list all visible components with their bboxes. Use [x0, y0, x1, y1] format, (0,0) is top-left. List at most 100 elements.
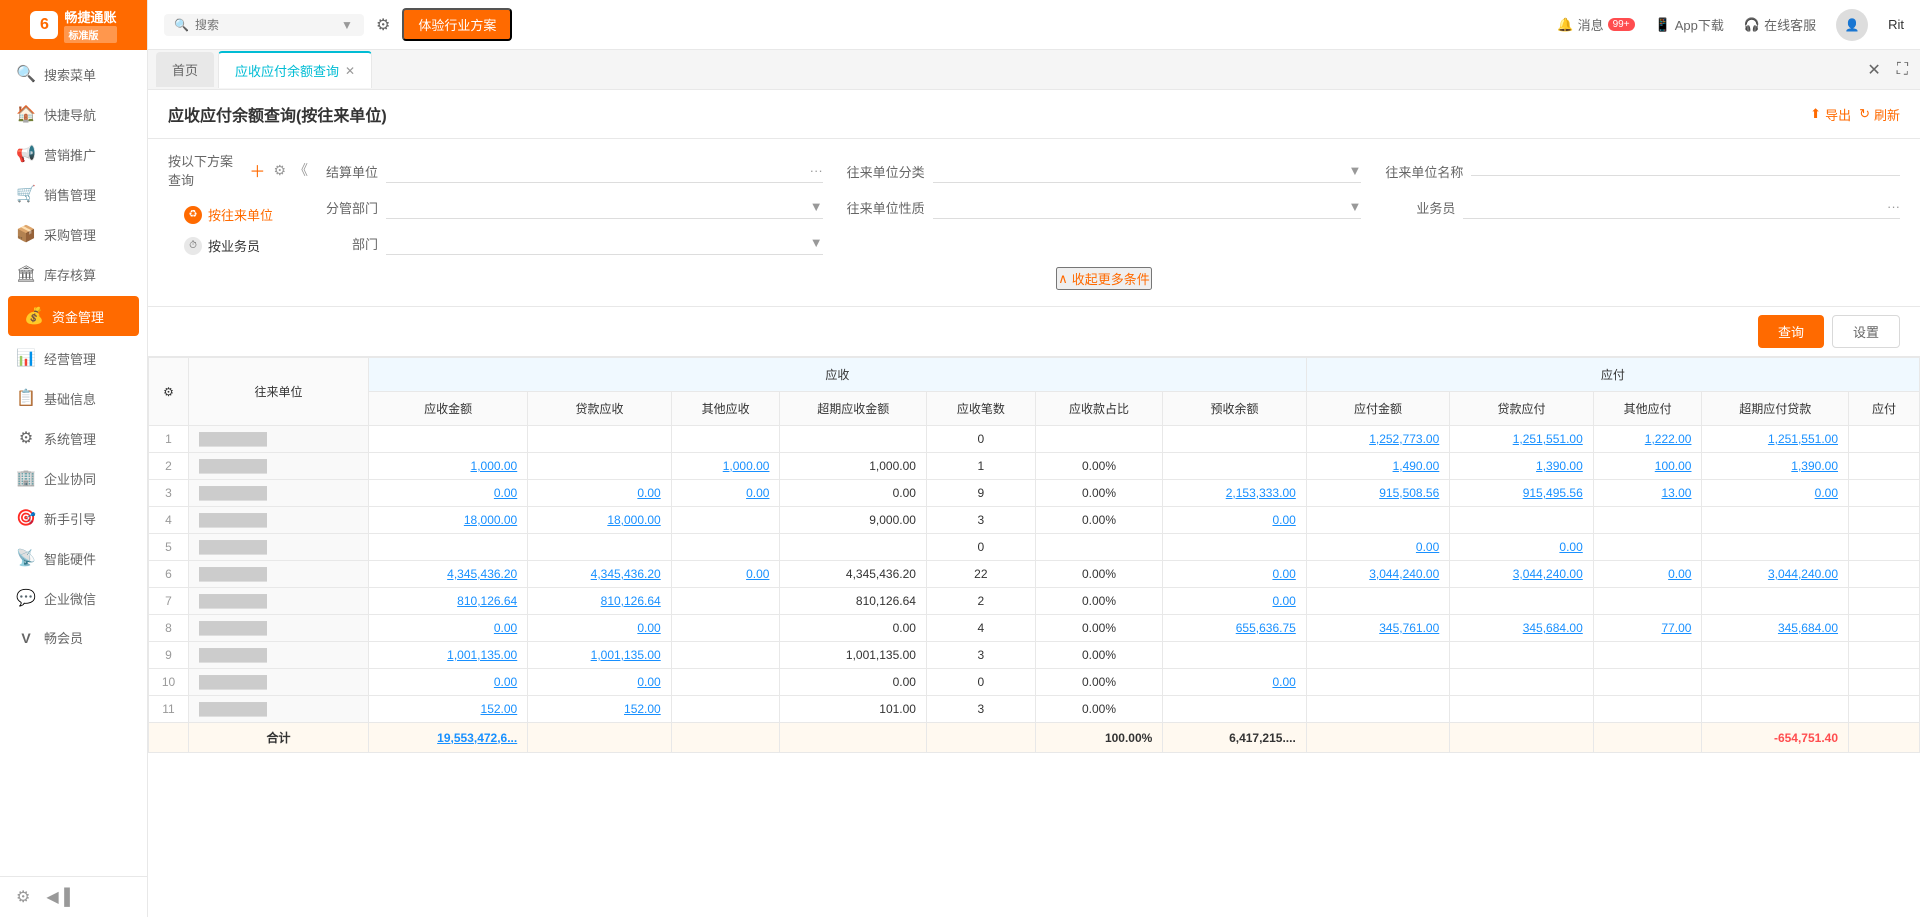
table-cell[interactable]: 100.00	[1593, 453, 1702, 480]
table-cell[interactable]: 0.00	[1702, 480, 1849, 507]
table-cell[interactable]: 0.00	[1450, 534, 1593, 561]
search-input[interactable]	[195, 18, 335, 32]
settlement-control[interactable]: ···	[386, 159, 823, 183]
scheme-by-unit[interactable]: ♻ 按往来单位	[176, 201, 308, 228]
sidebar-item-member[interactable]: V 畅会员	[0, 618, 147, 657]
table-settings-icon[interactable]: ⚙	[163, 385, 174, 399]
sidebar-item-guide[interactable]: 🎯 新手引导	[0, 498, 147, 538]
app-download-button[interactable]: 📱 App下载	[1655, 15, 1724, 34]
close-tab-icon[interactable]: ✕	[345, 64, 355, 78]
settings-button[interactable]: ⚙	[16, 887, 30, 907]
scheme-settings-icon[interactable]: ⚙	[273, 162, 286, 179]
search-bar[interactable]: 🔍 ▼	[164, 14, 364, 36]
table-cell[interactable]: 77.00	[1593, 615, 1702, 642]
settings-button2[interactable]: 设置	[1832, 315, 1900, 348]
collapse-sidebar-button[interactable]: ◀▐	[46, 887, 70, 907]
export-button[interactable]: ⬆ 导出	[1810, 105, 1851, 124]
table-cell[interactable]: 18,000.00	[528, 507, 671, 534]
sidebar-item-hardware[interactable]: 📡 智能硬件	[0, 538, 147, 578]
table-cell[interactable]: 655,636.75	[1163, 615, 1306, 642]
table-cell[interactable]: 0.00	[369, 669, 528, 696]
close-window-icon[interactable]: ✕	[1863, 56, 1884, 84]
table-cell[interactable]: 152.00	[369, 696, 528, 723]
notification-label: 消息	[1578, 15, 1604, 34]
unit-nature-control[interactable]: ▼	[933, 195, 1362, 219]
promo-button[interactable]: 体验行业方案	[402, 8, 512, 41]
table-cell[interactable]: 915,508.56	[1306, 480, 1449, 507]
table-cell[interactable]: 0.00	[369, 480, 528, 507]
tab-home[interactable]: 首页	[156, 52, 214, 87]
table-cell[interactable]: 4,345,436.20	[369, 561, 528, 588]
table-cell[interactable]: 0.00	[671, 480, 780, 507]
username[interactable]: Rit	[1888, 17, 1904, 32]
sidebar-item-system[interactable]: ⚙ 系统管理	[0, 418, 147, 458]
pay-other-header: 其他应付	[1593, 392, 1702, 426]
table-cell[interactable]: 0.00	[1306, 534, 1449, 561]
sidebar-item-finance[interactable]: 💰 资金管理	[8, 296, 139, 336]
dept-control[interactable]: ▼	[386, 195, 823, 219]
table-cell[interactable]: 13.00	[1593, 480, 1702, 507]
table-cell[interactable]: 0.00	[528, 480, 671, 507]
table-cell[interactable]: 345,684.00	[1702, 615, 1849, 642]
sidebar-item-inventory[interactable]: 🏛 库存核算	[0, 254, 147, 294]
table-cell[interactable]: 1,252,773.00	[1306, 426, 1449, 453]
scheme-collapse-icon[interactable]: 《	[294, 160, 308, 180]
table-cell[interactable]: 1,001,135.00	[528, 642, 671, 669]
table-cell[interactable]: 810,126.64	[528, 588, 671, 615]
sidebar-item-quick[interactable]: 🏠 快捷导航	[0, 94, 147, 134]
table-cell[interactable]: 915,495.56	[1450, 480, 1593, 507]
maximize-window-icon[interactable]: ⛶	[1893, 57, 1912, 83]
table-cell[interactable]: 1,251,551.00	[1702, 426, 1849, 453]
table-cell[interactable]: 0.00	[369, 615, 528, 642]
sidebar-item-corp[interactable]: 🏢 企业协同	[0, 458, 147, 498]
table-cell[interactable]: 1,390.00	[1702, 453, 1849, 480]
online-service-button[interactable]: 🎧 在线客服	[1744, 15, 1816, 34]
table-cell[interactable]: 810,126.64	[369, 588, 528, 615]
department-control[interactable]: ▼	[386, 231, 823, 255]
table-cell[interactable]: 1,000.00	[671, 453, 780, 480]
table-cell[interactable]: 0.00	[1593, 561, 1702, 588]
table-cell[interactable]: 0.00	[1163, 669, 1306, 696]
sidebar-item-wechat[interactable]: 💬 企业微信	[0, 578, 147, 618]
table-cell[interactable]: 0.00	[1163, 588, 1306, 615]
table-cell[interactable]: 1,251,551.00	[1450, 426, 1593, 453]
add-scheme-button[interactable]: ＋	[249, 158, 265, 182]
table-cell[interactable]: 0.00	[671, 561, 780, 588]
table-cell[interactable]: 1,390.00	[1450, 453, 1593, 480]
table-cell[interactable]: 1,490.00	[1306, 453, 1449, 480]
table-cell[interactable]: 3,044,240.00	[1450, 561, 1593, 588]
table-cell[interactable]: 0.00	[1163, 561, 1306, 588]
table-cell[interactable]: 0.00	[1163, 507, 1306, 534]
refresh-button[interactable]: ↻ 刷新	[1859, 105, 1900, 124]
table-cell[interactable]: 2,153,333.00	[1163, 480, 1306, 507]
table-cell[interactable]: 3,044,240.00	[1306, 561, 1449, 588]
unit-category-control[interactable]: ▼	[933, 159, 1362, 183]
table-cell[interactable]: 1,001,135.00	[369, 642, 528, 669]
notification-button[interactable]: 🔔 消息 99+	[1557, 15, 1634, 34]
table-cell[interactable]: 345,761.00	[1306, 615, 1449, 642]
sidebar-item-sales[interactable]: 🛒 销售管理	[0, 174, 147, 214]
sidebar-item-search[interactable]: 🔍 搜索菜单	[0, 54, 147, 94]
query-button[interactable]: 查询	[1758, 315, 1824, 348]
table-cell[interactable]: 0.00	[528, 669, 671, 696]
settings-col-header[interactable]: ⚙	[149, 358, 189, 426]
table-cell[interactable]: 152.00	[528, 696, 671, 723]
table-cell	[369, 534, 528, 561]
table-cell[interactable]: 345,684.00	[1450, 615, 1593, 642]
table-cell[interactable]: 3,044,240.00	[1702, 561, 1849, 588]
table-cell[interactable]: 0.00	[528, 615, 671, 642]
table-cell[interactable]: 4,345,436.20	[528, 561, 671, 588]
salesperson-control[interactable]: ···	[1463, 195, 1900, 219]
sidebar-item-marketing[interactable]: 📢 营销推广	[0, 134, 147, 174]
sidebar-item-basic[interactable]: 📋 基础信息	[0, 378, 147, 418]
collapse-filter-button[interactable]: ∧ 收起更多条件	[1056, 267, 1152, 290]
unit-name-control[interactable]	[1471, 167, 1900, 176]
table-cell[interactable]: 1,000.00	[369, 453, 528, 480]
tab-ar-ap[interactable]: 应收应付余额查询 ✕	[218, 51, 372, 88]
sidebar-item-operation[interactable]: 📊 经营管理	[0, 338, 147, 378]
sidebar-item-purchase[interactable]: 📦 采购管理	[0, 214, 147, 254]
table-cell[interactable]: 1,222.00	[1593, 426, 1702, 453]
table-cell[interactable]: 18,000.00	[369, 507, 528, 534]
gear-icon[interactable]: ⚙	[376, 15, 390, 35]
scheme-by-staff[interactable]: ⏱ 按业务员	[176, 232, 308, 259]
